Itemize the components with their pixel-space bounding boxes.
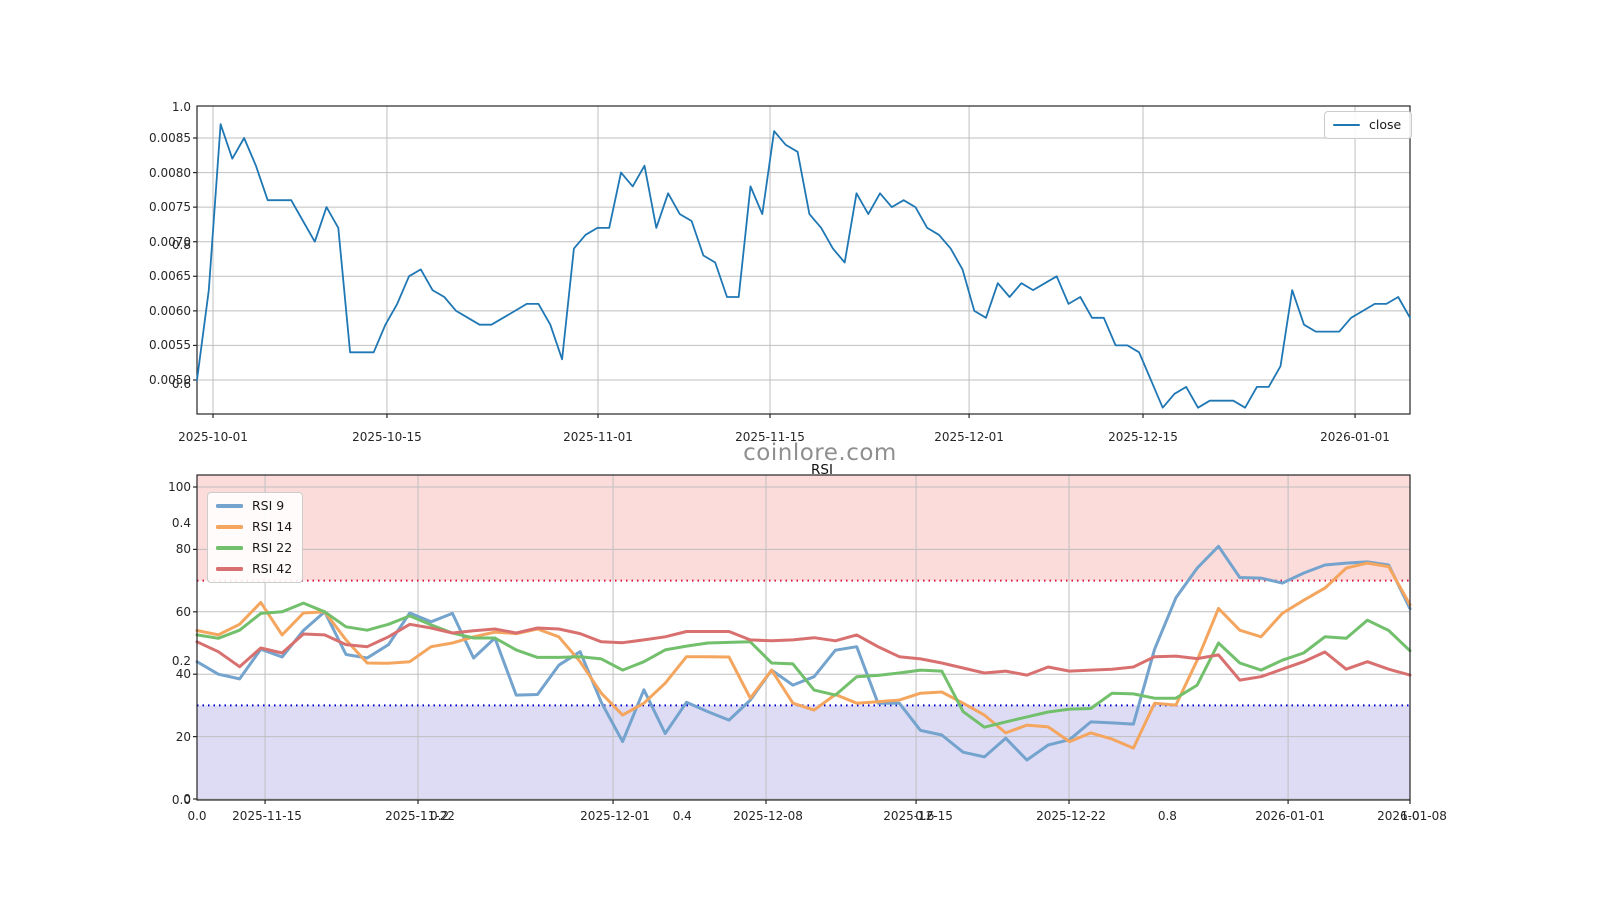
rsi-y-tick-label: 40 bbox=[175, 667, 191, 682]
hidden-axis-x-label: 0.4 bbox=[672, 809, 692, 823]
price-plot-border bbox=[196, 105, 1411, 415]
hidden-axis-y-label: 0.4 bbox=[171, 516, 191, 530]
price-x-tick-label: 2025-12-01 bbox=[934, 430, 1004, 444]
legend-label: RSI 22 bbox=[252, 539, 293, 555]
legend-item-rsi-9: RSI 9 bbox=[216, 498, 292, 514]
price-x-tick-label: 2025-10-01 bbox=[178, 430, 248, 444]
overbought-band bbox=[197, 475, 1410, 581]
rsi-legend: RSI 9 RSI 14 RSI 22 RSI 42 bbox=[207, 492, 304, 583]
legend-item-rsi-14: RSI 14 bbox=[216, 519, 292, 535]
legend-label: RSI 9 bbox=[252, 497, 285, 513]
legend-item-rsi-22: RSI 22 bbox=[216, 540, 292, 556]
price-x-tick-label: 2025-12-15 bbox=[1108, 430, 1178, 444]
legend-label: RSI 14 bbox=[252, 518, 293, 534]
hidden-axis-y-label: 1.0 bbox=[171, 100, 191, 114]
hidden-axis-x-label: 0.2 bbox=[430, 809, 450, 823]
rsi-x-tick-label: 2025-12-08 bbox=[733, 809, 803, 823]
rsi-x-tick-label: 2025-11-15 bbox=[232, 809, 302, 823]
figure: 2025-10-01 2025-10-15 2025-11-01 2025-11-15… bbox=[0, 0, 1600, 900]
price-legend: close bbox=[1324, 111, 1413, 139]
legend-item-close: close bbox=[1333, 117, 1401, 133]
price-x-tick-label: 2025-11-01 bbox=[563, 430, 633, 444]
hidden-axis-x-label: 0.6 bbox=[915, 809, 935, 823]
hidden-axis-y-label: 0.6 bbox=[171, 377, 191, 391]
hidden-axis-y-label: 0.2 bbox=[171, 654, 191, 668]
hidden-axis-y-label: 0.8 bbox=[171, 238, 191, 252]
legend-item-rsi-42: RSI 42 bbox=[216, 561, 292, 577]
price-y-tick-label: 0.0075 bbox=[149, 200, 191, 215]
price-y-tick-label: 0.0080 bbox=[149, 165, 191, 180]
rsi-y-tick-label: 60 bbox=[175, 604, 191, 619]
price-x-tick-label: 2025-10-15 bbox=[352, 430, 422, 444]
hidden-axis-x-label: 0.8 bbox=[1157, 809, 1177, 823]
price-y-tick-label: 0.0065 bbox=[149, 269, 191, 284]
rsi-line-swatch bbox=[216, 546, 243, 550]
price-y-tick-label: 0.0055 bbox=[149, 338, 191, 353]
rsi-x-tick-label: 2026-01-01 bbox=[1255, 809, 1325, 823]
rsi-y-tick-label: 20 bbox=[175, 729, 191, 744]
price-y-tick-label: 0.0085 bbox=[149, 131, 191, 145]
hidden-axis-x-label: 1.0 bbox=[1400, 809, 1420, 823]
rsi-chart-title: RSI bbox=[811, 462, 833, 478]
legend-label-close: close bbox=[1369, 116, 1402, 132]
rsi-x-tick-label: 2025-12-01 bbox=[580, 809, 650, 823]
hidden-axis-x-label: 0.0 bbox=[187, 809, 207, 823]
oversold-band bbox=[197, 705, 1410, 800]
rsi-x-tick-label: 2025-12-22 bbox=[1036, 809, 1106, 823]
price-y-tick-label: 0.0060 bbox=[149, 303, 191, 318]
close-line bbox=[196, 123, 1411, 409]
close-line-swatch bbox=[1333, 123, 1360, 127]
rsi-line-swatch bbox=[216, 567, 243, 571]
price-x-tick-label: 2026-01-01 bbox=[1320, 430, 1390, 444]
rsi-line-swatch bbox=[216, 504, 243, 508]
legend-label: RSI 42 bbox=[252, 560, 293, 576]
rsi-line-swatch bbox=[216, 525, 243, 529]
rsi-y-tick-label: 100 bbox=[168, 480, 191, 494]
rsi-y-tick-label: 80 bbox=[175, 542, 191, 557]
hidden-axis-y-label: 0.0 bbox=[171, 793, 191, 807]
